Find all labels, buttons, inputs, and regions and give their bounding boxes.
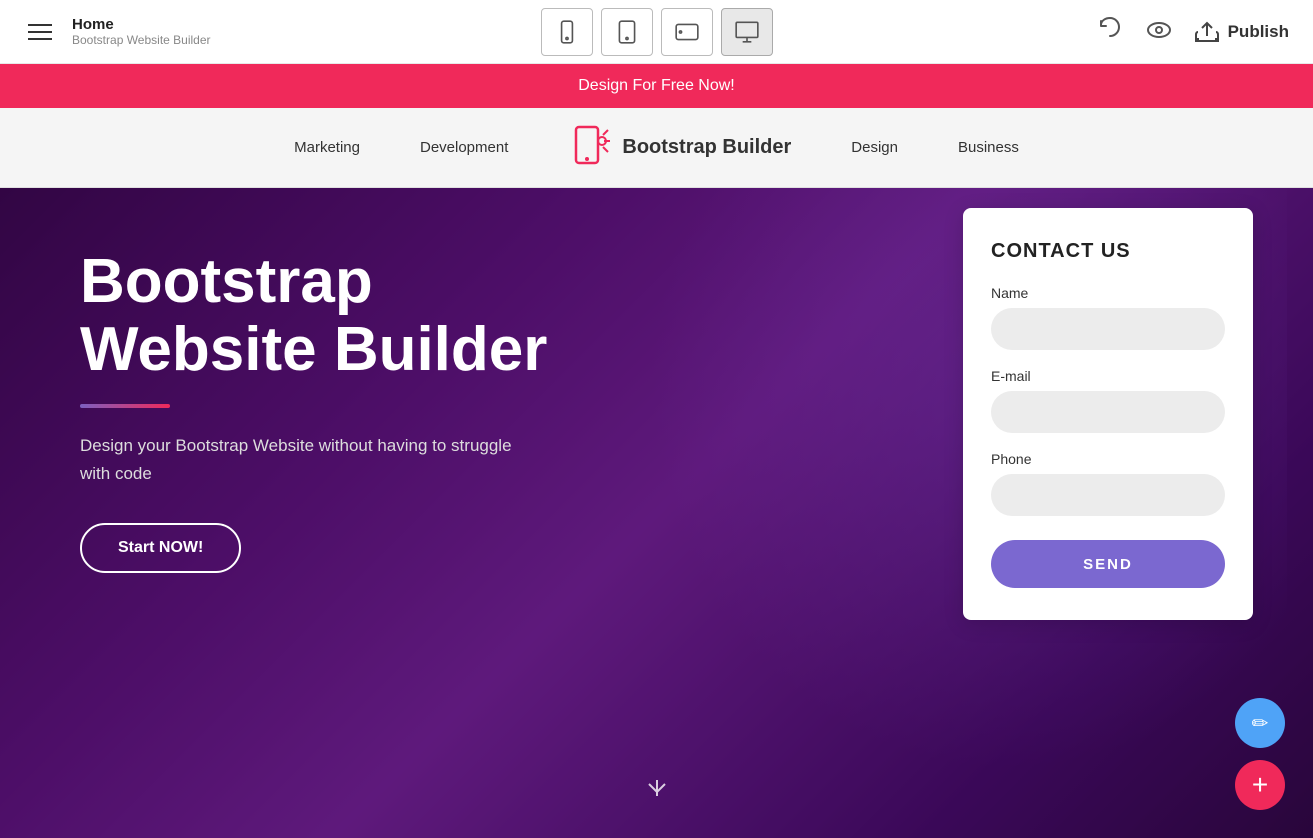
hero-cta-button[interactable]: Start NOW! — [80, 523, 241, 573]
hero-title-line1: Bootstrap — [80, 247, 373, 316]
preview-button[interactable] — [1144, 15, 1174, 48]
phone-label: Phone — [991, 451, 1225, 467]
hero-title-line2: Website Builder — [80, 315, 547, 384]
logo-icon — [568, 121, 612, 175]
publish-label: Publish — [1228, 22, 1289, 42]
send-button[interactable]: SEND — [991, 540, 1225, 588]
nav-link-development[interactable]: Development — [420, 139, 508, 156]
edit-fab-button[interactable]: ✏ — [1235, 698, 1285, 748]
nav-link-design[interactable]: Design — [851, 139, 898, 156]
topbar-left: Home Bootstrap Website Builder — [24, 16, 211, 47]
hamburger-icon — [28, 24, 52, 40]
topbar-right: Publish — [1096, 15, 1289, 49]
logo-text: Bootstrap Builder — [622, 136, 791, 159]
fab-container: ✏ + — [1235, 698, 1285, 810]
edit-fab-icon: ✏ — [1252, 711, 1269, 736]
name-field-group: Name — [991, 285, 1225, 350]
hero-content: Bootstrap Website Builder Design your Bo… — [0, 188, 700, 633]
device-switcher — [541, 8, 773, 56]
contact-heading: CONTACT US — [991, 240, 1225, 263]
email-label: E-mail — [991, 368, 1225, 384]
nav-link-business[interactable]: Business — [958, 139, 1019, 156]
desktop-view-button[interactable] — [721, 8, 773, 56]
hero-title: Bootstrap Website Builder — [80, 248, 620, 384]
home-label: Home — [72, 16, 211, 33]
tablet-landscape-view-button[interactable] — [661, 8, 713, 56]
topbar-title: Home Bootstrap Website Builder — [72, 16, 211, 47]
name-label: Name — [991, 285, 1225, 301]
topbar-subtitle: Bootstrap Website Builder — [72, 33, 211, 47]
phone-field-group: Phone — [991, 451, 1225, 516]
add-fab-button[interactable]: + — [1235, 760, 1285, 810]
contact-card: CONTACT US Name E-mail Phone SEND — [963, 208, 1253, 620]
phone-input[interactable] — [991, 474, 1225, 516]
topbar: Home Bootstrap Website Builder — [0, 0, 1313, 64]
hero-divider — [80, 404, 170, 408]
hamburger-button[interactable] — [24, 20, 56, 44]
scroll-indicator[interactable] — [643, 774, 671, 808]
name-input[interactable] — [991, 308, 1225, 350]
publish-button[interactable]: Publish — [1194, 19, 1289, 45]
promo-banner[interactable]: Design For Free Now! — [0, 64, 1313, 108]
site-navbar: Marketing Development Bootstrap Builder … — [0, 108, 1313, 188]
hero-subtitle: Design your Bootstrap Website without ha… — [80, 432, 540, 486]
hero-section: Bootstrap Website Builder Design your Bo… — [0, 188, 1313, 838]
site-logo: Bootstrap Builder — [568, 121, 791, 175]
nav-link-marketing[interactable]: Marketing — [294, 139, 360, 156]
undo-button[interactable] — [1096, 15, 1124, 49]
email-input[interactable] — [991, 391, 1225, 433]
tablet-view-button[interactable] — [601, 8, 653, 56]
promo-text: Design For Free Now! — [578, 77, 735, 95]
email-field-group: E-mail — [991, 368, 1225, 433]
add-fab-icon: + — [1252, 769, 1268, 801]
mobile-view-button[interactable] — [541, 8, 593, 56]
